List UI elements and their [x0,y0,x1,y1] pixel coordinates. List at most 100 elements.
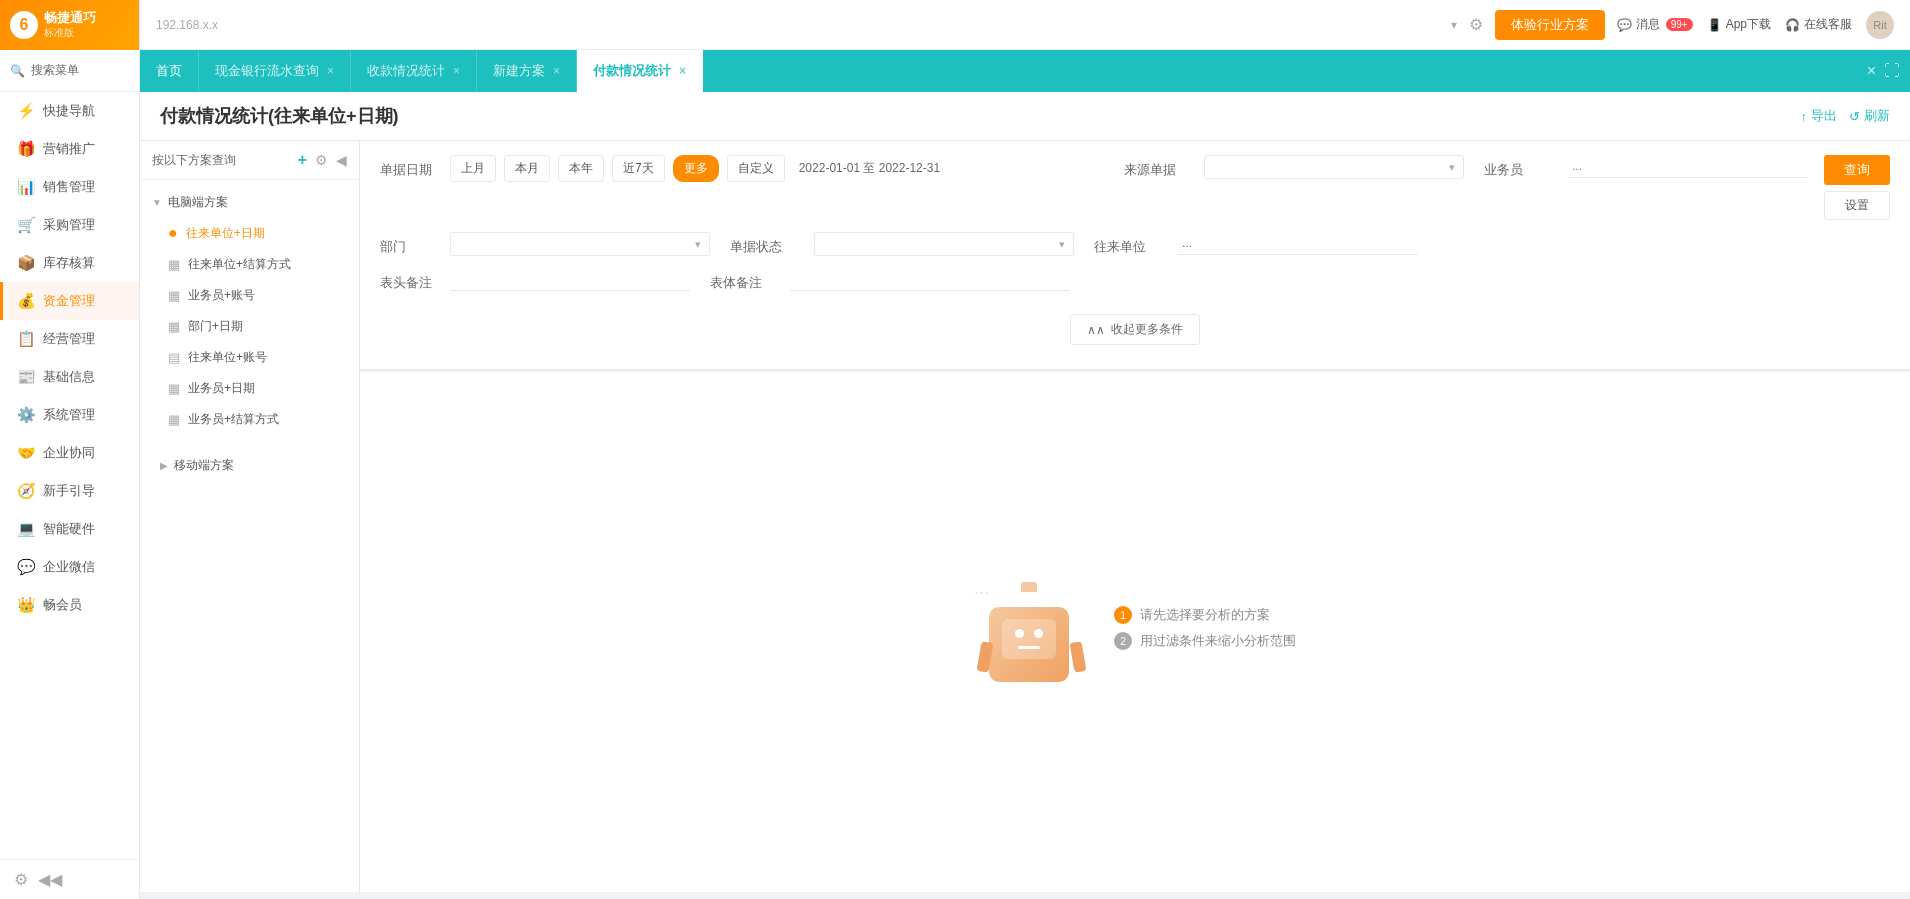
doc-status-label: 单据状态 [730,232,810,256]
partner-input[interactable] [1178,232,1418,255]
sidebar-item-member[interactable]: 👑 畅会员 [0,586,139,624]
close-all-tabs-icon[interactable]: × [1867,62,1876,80]
sidebar-item-label: 系统管理 [43,406,95,424]
scheme-icon-5: ▤ [168,350,180,365]
sidebar-item-label: 基础信息 [43,368,95,386]
refresh-label: 刷新 [1864,107,1890,125]
more-button[interactable]: 更多 [673,155,719,182]
empty-hints: 1 请先选择要分析的方案 2 用过滤条件来缩小分析范围 [1114,606,1296,658]
source-doc-input[interactable] [1213,160,1449,174]
filter-row-1: 单据日期 上月 本月 本年 近7天 更多 自定义 2022-01-01 至 20… [380,155,1890,220]
left-panel-header: 按以下方案查询 + ⚙ ◀ [140,141,359,180]
message-icon: 💬 [1617,18,1632,32]
date-control: 上月 本月 本年 近7天 更多 自定义 2022-01-01 至 2022-12… [450,155,1124,182]
sidebar-item-base[interactable]: 📰 基础信息 [0,358,139,396]
sidebar-item-guide[interactable]: 🧭 新手引导 [0,472,139,510]
scheme-staff-date[interactable]: ▦ 业务员+日期 [140,373,359,404]
empty-illustration: ··· [974,582,1084,682]
sidebar-collapse-button[interactable]: ◀◀ [38,870,62,889]
sidebar-item-hardware[interactable]: 💻 智能硬件 [0,510,139,548]
scheme-settings-icon[interactable]: ⚙ [315,152,328,168]
sidebar-item-label: 新手引导 [43,482,95,500]
setting-button[interactable]: 设置 [1824,191,1890,220]
tab-bank-label: 现金银行流水查询 [215,62,319,80]
sidebar-item-quick-nav[interactable]: ⚡ 快捷导航 [0,92,139,130]
table-body-note-input[interactable] [790,268,1070,291]
industry-plan-button[interactable]: 体验行业方案 [1495,10,1605,40]
scheme-staff-account-label: 业务员+账号 [188,287,255,304]
logo-name: 畅捷通巧 [44,10,96,26]
scheme-partner-date[interactable]: ● 往来单位+日期 [140,217,359,249]
sidebar-item-marketing[interactable]: 🎁 营销推广 [0,130,139,168]
topbar-gear-icon[interactable]: ⚙ [1469,15,1483,34]
this-year-button[interactable]: 本年 [558,155,604,182]
dept-dropdown-icon[interactable]: ▾ [695,238,701,251]
tab-new-scheme[interactable]: 新建方案 × [477,50,577,92]
last-month-button[interactable]: 上月 [450,155,496,182]
sidebar-item-operation[interactable]: 📋 经营管理 [0,320,139,358]
sidebar-item-coop[interactable]: 🤝 企业协同 [0,434,139,472]
body-layout: 按以下方案查询 + ⚙ ◀ ▼ 电脑端方案 ● 往来单位+日期 ▦ [140,141,1910,892]
query-button[interactable]: 查询 [1824,155,1890,185]
tab-payment-close-icon[interactable]: × [679,64,686,78]
sidebar-footer: ⚙ ◀◀ [0,859,139,899]
sidebar-item-finance[interactable]: 💰 资金管理 [0,282,139,320]
scheme-partner-account[interactable]: ▤ 往来单位+账号 [140,342,359,373]
custom-button[interactable]: 自定义 [727,155,785,182]
staff-input[interactable] [1568,155,1808,178]
doc-status-dropdown-icon[interactable]: ▾ [1059,238,1065,251]
scheme-partner-account-label: 往来单位+账号 [188,349,267,366]
scheme-staff-settle[interactable]: ▦ 业务员+结算方式 [140,404,359,435]
maximize-icon[interactable]: ⛶ [1884,62,1900,80]
scheme-dept-date[interactable]: ▦ 部门+日期 [140,311,359,342]
tab-receipt-close-icon[interactable]: × [453,64,460,78]
tab-home[interactable]: 首页 [140,50,199,92]
dept-input[interactable] [459,237,695,251]
sidebar-item-sales[interactable]: 📊 销售管理 [0,168,139,206]
pc-group-arrow-icon: ▼ [152,197,162,208]
service-button[interactable]: 🎧 在线客服 [1785,16,1852,33]
page-header-actions: ↑ 导出 ↺ 刷新 [1801,107,1891,125]
tab-new-scheme-label: 新建方案 [493,62,545,80]
export-button[interactable]: ↑ 导出 [1801,107,1838,125]
address-chevron-icon[interactable]: ▾ [1451,18,1457,32]
scheme-icon-4: ▦ [168,319,180,334]
messages-button[interactable]: 💬 消息 99+ [1617,16,1693,33]
export-icon: ↑ [1801,109,1808,124]
sales-icon: 📊 [17,178,35,196]
last-7-button[interactable]: 近7天 [612,155,665,182]
scheme-staff-account[interactable]: ▦ 业务员+账号 [140,280,359,311]
app-download-button[interactable]: 📱 App下载 [1707,16,1771,33]
tab-payment-stat[interactable]: 付款情况统计 × [577,50,703,92]
table-header-note-input[interactable] [450,268,690,291]
sidebar-item-label: 采购管理 [43,216,95,234]
source-doc-dropdown-icon[interactable]: ▾ [1449,161,1455,174]
inventory-icon: 📦 [17,254,35,272]
tab-new-scheme-close-icon[interactable]: × [553,64,560,78]
refresh-button[interactable]: ↺ 刷新 [1849,107,1890,125]
doc-status-input[interactable] [823,237,1059,251]
partner-control [1178,232,1418,255]
user-avatar[interactable]: Rit [1866,11,1894,39]
search-menu-button[interactable]: 🔍 搜索菜单 [10,58,129,83]
tab-home-label: 首页 [156,62,182,80]
sidebar-settings-button[interactable]: ⚙ [14,870,28,889]
tab-bank-close-icon[interactable]: × [327,64,334,78]
collapse-more-button[interactable]: ∧∧ 收起更多条件 [1070,314,1200,345]
sidebar-item-label: 企业微信 [43,558,95,576]
logo-icon: 6 [10,11,38,39]
pc-scheme-group-header[interactable]: ▼ 电脑端方案 [140,188,359,217]
sidebar-item-system[interactable]: ⚙️ 系统管理 [0,396,139,434]
app-icon: 📱 [1707,18,1722,32]
pc-group-label: 电脑端方案 [168,194,228,211]
this-month-button[interactable]: 本月 [504,155,550,182]
sidebar-item-wechat[interactable]: 💬 企业微信 [0,548,139,586]
tab-receipt-stat[interactable]: 收款情况统计 × [351,50,477,92]
sidebar-item-inventory[interactable]: 📦 库存核算 [0,244,139,282]
scheme-partner-settle[interactable]: ▦ 往来单位+结算方式 [140,249,359,280]
left-panel-collapse-icon[interactable]: ◀ [336,152,347,168]
add-scheme-button[interactable]: + [298,151,307,169]
sidebar-item-purchase[interactable]: 🛒 采购管理 [0,206,139,244]
mobile-scheme-group-header[interactable]: ▶ 移动端方案 [140,451,359,480]
tab-bank[interactable]: 现金银行流水查询 × [199,50,351,92]
